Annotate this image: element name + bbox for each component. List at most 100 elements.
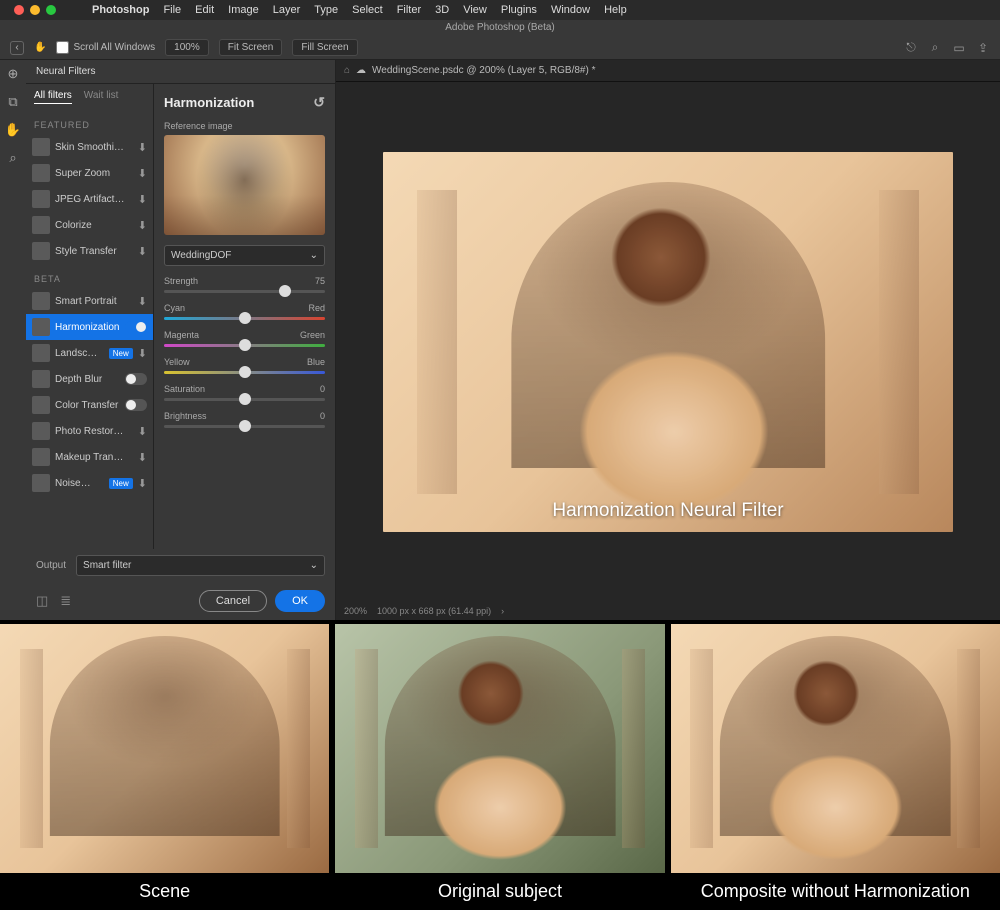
filter-toggle[interactable]: [125, 373, 147, 385]
fit-screen-button[interactable]: Fit Screen: [219, 39, 283, 56]
menu-plugins[interactable]: Plugins: [501, 4, 537, 16]
menu-type[interactable]: Type: [314, 4, 338, 16]
filter-thumb-icon: [32, 344, 50, 362]
filter-photo-restor-[interactable]: Photo Restor…⬇: [26, 418, 153, 444]
filter-settings: Harmonization ↺ Reference image WeddingD…: [154, 84, 335, 549]
filter-smart-portrait[interactable]: Smart Portrait⬇: [26, 288, 153, 314]
compare-label: Composite without Harmonization: [671, 873, 1000, 910]
download-icon[interactable]: ⬇: [138, 141, 147, 154]
download-icon[interactable]: ⬇: [138, 295, 147, 308]
filter-skin-smoothi-[interactable]: Skin Smoothi…⬇: [26, 134, 153, 160]
neural-filters-panel: Neural Filters All filters Wait list FEA…: [26, 60, 336, 620]
slider-brightness: Brightness0: [164, 411, 325, 428]
status-chevron-icon[interactable]: ›: [501, 606, 504, 616]
filter-thumb-icon: [32, 292, 50, 310]
slider-track[interactable]: [164, 425, 325, 428]
status-zoom[interactable]: 200%: [344, 606, 367, 616]
download-icon[interactable]: ⬇: [138, 477, 147, 490]
app-menu[interactable]: Photoshop: [92, 4, 149, 16]
filter-jpeg-artifact-[interactable]: JPEG Artifact…⬇: [26, 186, 153, 212]
workspace-icon[interactable]: ▭: [952, 41, 966, 55]
minimize-window[interactable]: [30, 5, 40, 15]
slider-track[interactable]: [164, 344, 325, 347]
download-icon[interactable]: ⬇: [138, 245, 147, 258]
share-icon[interactable]: ⇪: [976, 41, 990, 55]
cancel-button[interactable]: Cancel: [199, 590, 267, 612]
back-button[interactable]: ‹: [10, 41, 24, 55]
filter-colorize[interactable]: Colorize⬇: [26, 212, 153, 238]
slider-knob[interactable]: [239, 393, 251, 405]
filter-style-transfer[interactable]: Style Transfer⬇: [26, 238, 153, 264]
slider-track[interactable]: [164, 317, 325, 320]
compare-image: [335, 624, 664, 873]
compare-image: [0, 624, 329, 873]
layer-dropdown[interactable]: WeddingDOF⌄: [164, 245, 325, 266]
filter-super-zoom[interactable]: Super Zoom⬇: [26, 160, 153, 186]
tab-wait-list[interactable]: Wait list: [84, 90, 119, 104]
search-icon[interactable]: ⌕: [928, 40, 942, 55]
download-icon[interactable]: ⬇: [138, 193, 147, 206]
add-tool-icon[interactable]: ⊕: [4, 66, 22, 84]
download-icon[interactable]: ⬇: [138, 167, 147, 180]
preview-caption: Harmonization Neural Filter: [383, 500, 953, 522]
crop-tool-icon[interactable]: ⧉: [4, 94, 22, 112]
slider-knob[interactable]: [239, 312, 251, 324]
document-tab[interactable]: WeddingScene.psdc @ 200% (Layer 5, RGB/8…: [372, 65, 595, 76]
section-featured: FEATURED: [26, 110, 153, 134]
menu-select[interactable]: Select: [352, 4, 383, 16]
filter-landsc-[interactable]: Landsc…New⬇: [26, 340, 153, 366]
slider-track[interactable]: [164, 371, 325, 374]
hand-tool-icon[interactable]: ✋: [4, 122, 22, 140]
maximize-window[interactable]: [46, 5, 56, 15]
output-label: Output: [36, 560, 66, 571]
scroll-all-checkbox[interactable]: [56, 41, 69, 54]
menu-help[interactable]: Help: [604, 4, 627, 16]
macos-menubar: Photoshop File Edit Image Layer Type Sel…: [0, 0, 1000, 20]
slider-knob[interactable]: [239, 420, 251, 432]
hand-tool-icon[interactable]: ✋: [34, 42, 46, 53]
slider-track[interactable]: [164, 398, 325, 401]
canvas-preview[interactable]: Harmonization Neural Filter: [383, 152, 953, 533]
home-icon[interactable]: ⌂: [344, 65, 350, 76]
menu-view[interactable]: View: [463, 4, 487, 16]
filter-color-transfer[interactable]: Color Transfer: [26, 392, 153, 418]
download-icon[interactable]: ⬇: [138, 347, 147, 360]
ok-button[interactable]: OK: [275, 590, 325, 612]
output-dropdown[interactable]: Smart filter⌄: [76, 555, 325, 576]
download-icon[interactable]: ⬇: [138, 425, 147, 438]
download-icon[interactable]: ⬇: [138, 219, 147, 232]
menu-window[interactable]: Window: [551, 4, 590, 16]
menu-file[interactable]: File: [163, 4, 181, 16]
download-icon[interactable]: ⬇: [138, 451, 147, 464]
filter-depth-blur[interactable]: Depth Blur: [26, 366, 153, 392]
slider-knob[interactable]: [239, 366, 251, 378]
compare-image: [671, 624, 1000, 873]
slider-knob[interactable]: [239, 339, 251, 351]
filter-toggle[interactable]: [125, 399, 147, 411]
filter-label: Noise…: [55, 478, 104, 489]
filter-noise-[interactable]: Noise…New⬇: [26, 470, 153, 496]
menu-3d[interactable]: 3D: [435, 4, 449, 16]
reference-thumbnail[interactable]: [164, 135, 325, 235]
menu-layer[interactable]: Layer: [273, 4, 301, 16]
menu-edit[interactable]: Edit: [195, 4, 214, 16]
zoom-value[interactable]: 100%: [165, 39, 209, 56]
fill-screen-button[interactable]: Fill Screen: [292, 39, 357, 56]
cloud-icon[interactable]: ⎋: [904, 40, 918, 55]
tab-all-filters[interactable]: All filters: [34, 90, 72, 104]
filter-harmonization[interactable]: Harmonization: [26, 314, 153, 340]
menu-image[interactable]: Image: [228, 4, 259, 16]
compare-icon[interactable]: ◫: [36, 593, 48, 609]
slider-value: 0: [320, 384, 325, 394]
zoom-tool-icon[interactable]: ⌕: [4, 150, 22, 168]
layers-icon[interactable]: ≣: [60, 593, 71, 609]
menu-filter[interactable]: Filter: [397, 4, 421, 16]
tool-strip: ⊕ ⧉ ✋ ⌕: [0, 60, 26, 620]
slider-knob[interactable]: [279, 285, 291, 297]
slider-track[interactable]: [164, 290, 325, 293]
filter-makeup-tran-[interactable]: Makeup Tran…⬇: [26, 444, 153, 470]
reset-icon[interactable]: ↺: [313, 94, 325, 111]
panel-tab[interactable]: Neural Filters: [26, 60, 335, 84]
filter-toggle[interactable]: [125, 321, 147, 333]
close-window[interactable]: [14, 5, 24, 15]
